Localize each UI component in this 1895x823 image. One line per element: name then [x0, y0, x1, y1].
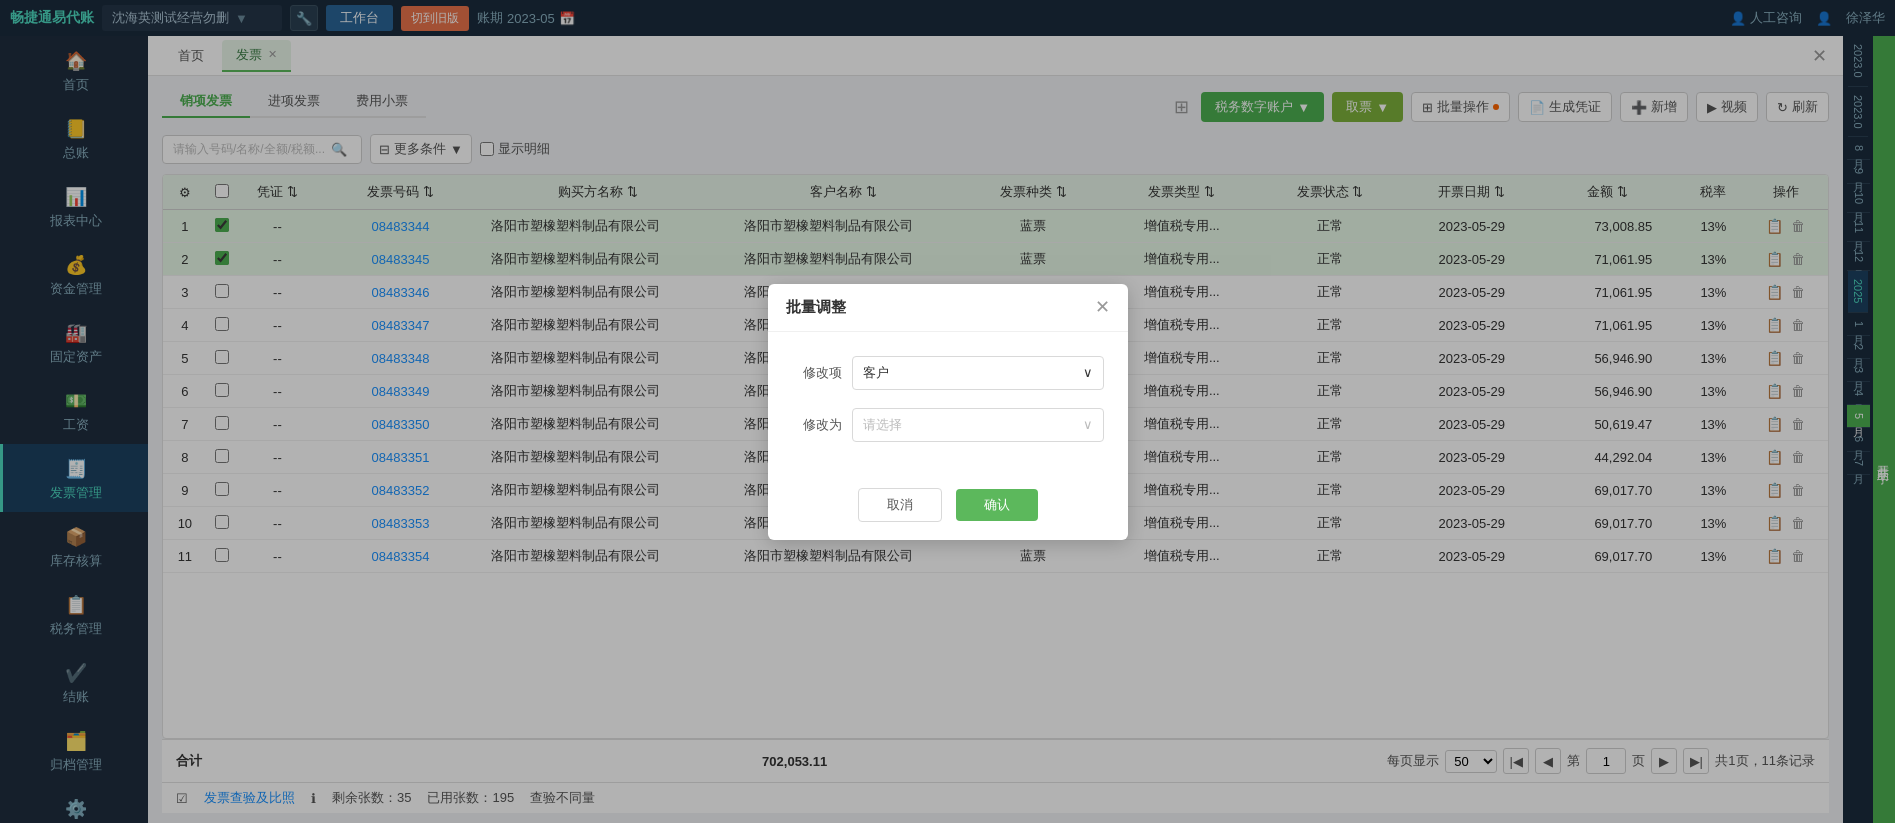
field-row: 修改项 客户 ∨ — [792, 356, 1104, 390]
field-dropdown-icon: ∨ — [1083, 365, 1093, 380]
field-label: 修改项 — [792, 364, 842, 382]
value-dropdown-icon: ∨ — [1083, 417, 1093, 432]
field-selector[interactable]: 客户 ∨ — [852, 356, 1104, 390]
modal-header: 批量调整 ✕ — [768, 284, 1128, 332]
field-value: 客户 — [863, 364, 889, 382]
value-selector[interactable]: 请选择 ∨ — [852, 408, 1104, 442]
cancel-button[interactable]: 取消 — [858, 488, 942, 522]
value-row: 修改为 请选择 ∨ — [792, 408, 1104, 442]
batch-adjust-modal: 批量调整 ✕ 修改项 客户 ∨ 修改为 请选择 ∨ 取消 确认 — [768, 284, 1128, 540]
modal-footer: 取消 确认 — [768, 476, 1128, 540]
modal-title: 批量调整 — [786, 298, 846, 317]
modal-overlay: 批量调整 ✕ 修改项 客户 ∨ 修改为 请选择 ∨ 取消 确认 — [0, 0, 1895, 823]
confirm-button[interactable]: 确认 — [956, 489, 1038, 521]
modal-close-btn[interactable]: ✕ — [1095, 298, 1110, 316]
value-label: 修改为 — [792, 416, 842, 434]
modal-body: 修改项 客户 ∨ 修改为 请选择 ∨ — [768, 332, 1128, 476]
value-placeholder: 请选择 — [863, 416, 902, 434]
